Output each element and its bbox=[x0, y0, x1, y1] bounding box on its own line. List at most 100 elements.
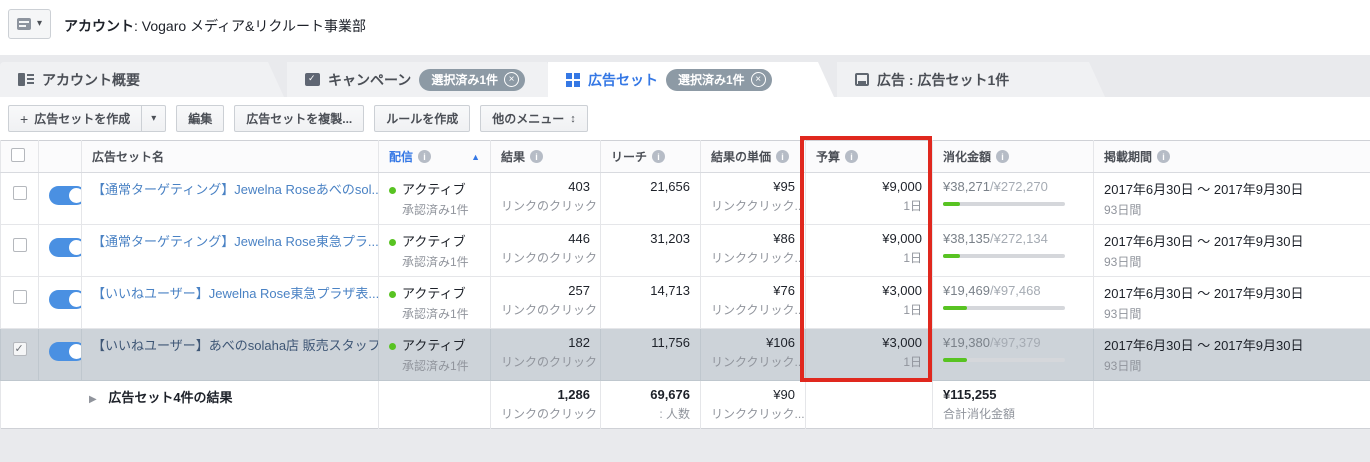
account-scope-button[interactable]: ▾ bbox=[8, 9, 52, 39]
budget-value: ¥3,000 bbox=[882, 335, 922, 350]
result-value: 182 bbox=[568, 335, 590, 350]
select-all-checkbox[interactable] bbox=[11, 148, 25, 162]
schedule-duration: 93日間 bbox=[1104, 359, 1142, 373]
col-header-results[interactable]: 結果 i bbox=[490, 140, 601, 173]
table-row-selected[interactable]: 【いいねユーザー】あべのsolaha店 販売スタッフ アクティブ 承認済み1件 … bbox=[0, 328, 1370, 381]
col-header-spent[interactable]: 消化金額 i bbox=[932, 140, 1094, 173]
tab-label: キャンペーン bbox=[328, 71, 412, 88]
row-checkbox[interactable] bbox=[12, 186, 27, 200]
result-value: 257 bbox=[568, 283, 590, 298]
deselect-close-icon[interactable]: × bbox=[751, 72, 766, 87]
spend-progress-bar bbox=[943, 306, 1065, 310]
spent-value: ¥19,469 bbox=[943, 283, 990, 298]
col-header-schedule[interactable]: 掲載期間 i bbox=[1093, 140, 1370, 173]
row-toggle[interactable] bbox=[49, 238, 81, 257]
info-icon[interactable]: i bbox=[776, 150, 790, 163]
row-toggle[interactable] bbox=[49, 342, 81, 361]
spend-progress-bar bbox=[943, 254, 1065, 258]
col-header-cost[interactable]: 結果の単価 i bbox=[700, 140, 806, 173]
selected-count-badge[interactable]: 選択済み1件 × bbox=[666, 69, 772, 91]
tab-label: 広告 : 広告セット1件 bbox=[877, 71, 1010, 88]
expand-summary-icon[interactable]: ▶ bbox=[89, 394, 97, 405]
spent-total: /¥97,379 bbox=[990, 335, 1041, 350]
budget-label: 1日 bbox=[903, 303, 922, 317]
summary-reach-label: : 人数 bbox=[659, 407, 690, 421]
row-checkbox[interactable] bbox=[12, 238, 27, 252]
adsets-table: 広告セット名 配信 i ▲ 結果 i リーチ i 結果の単価 i 予算 i 消化金額 i … bbox=[0, 140, 1370, 429]
summary-cost: ¥90 bbox=[773, 387, 795, 402]
duplicate-adset-button[interactable]: 広告セットを複製... bbox=[234, 105, 365, 132]
schedule-range: 2017年6月30日 ～ 2017年9月30日 bbox=[1104, 338, 1304, 353]
edit-label: 編集 bbox=[188, 112, 213, 126]
tab-account-overview[interactable]: アカウント概要 bbox=[0, 62, 284, 97]
badge-label: 選択済み1件 bbox=[431, 73, 498, 87]
caret-down-icon: ▾ bbox=[37, 18, 43, 29]
account-title: アカウント: Vogaro メディア&リクルート事業部 bbox=[64, 16, 366, 36]
table-row[interactable]: 【通常ターゲティング】Jewelna Rose東急プラ... アクティブ 承認済… bbox=[0, 224, 1370, 277]
summary-result-label: リンクのクリック bbox=[501, 407, 598, 421]
spent-total: /¥97,468 bbox=[990, 283, 1041, 298]
result-label: リンクのクリック bbox=[501, 355, 598, 369]
cost-label: リンククリック... bbox=[711, 355, 805, 369]
cost-value: ¥76 bbox=[773, 283, 795, 298]
row-toggle[interactable] bbox=[49, 186, 81, 205]
info-icon[interactable]: i bbox=[1157, 150, 1171, 163]
create-rule-button[interactable]: ルールを作成 bbox=[374, 105, 471, 132]
reach-value: 21,656 bbox=[650, 179, 690, 194]
delivery-substatus: 承認済み1件 bbox=[402, 359, 469, 373]
summary-reach: 69,676 bbox=[650, 387, 690, 402]
info-icon[interactable]: i bbox=[418, 150, 432, 163]
summary-label: 広告セット4件の結果 bbox=[108, 390, 233, 405]
reach-value: 31,203 bbox=[650, 231, 690, 246]
tab-campaigns[interactable]: キャンペーン 選択済み1件 × bbox=[287, 62, 563, 97]
budget-value: ¥9,000 bbox=[882, 179, 922, 194]
edit-button[interactable]: 編集 bbox=[176, 105, 225, 132]
create-adset-label: 広告セットを作成 bbox=[34, 112, 131, 126]
tab-label: アカウント概要 bbox=[42, 71, 140, 88]
schedule-range: 2017年6月30日 ～ 2017年9月30日 bbox=[1104, 234, 1304, 249]
delivery-status: アクティブ bbox=[402, 234, 466, 249]
tab-bar: アカウント概要 キャンペーン 選択済み1件 × 広告セット 選択済み1件 × 広… bbox=[0, 55, 1370, 97]
create-adset-button[interactable]: + 広告セットを作成 bbox=[8, 105, 143, 132]
spend-progress-bar bbox=[943, 358, 1065, 362]
selected-count-badge[interactable]: 選択済み1件 × bbox=[419, 69, 525, 91]
delivery-status: アクティブ bbox=[402, 338, 466, 353]
schedule-duration: 93日間 bbox=[1104, 203, 1142, 217]
delivery-substatus: 承認済み1件 bbox=[402, 203, 469, 217]
tab-ad-sets[interactable]: 広告セット 選択済み1件 × bbox=[548, 62, 834, 97]
duplicate-label: 広告セットを複製... bbox=[246, 112, 353, 126]
table-row[interactable]: 【通常ターゲティング】Jewelna Roseあべのsol... アクティブ 承… bbox=[0, 172, 1370, 225]
col-header-delivery[interactable]: 配信 i ▲ bbox=[378, 140, 491, 173]
adset-name-link[interactable]: 【いいねユーザー】あべのsolaha店 販売スタッフ bbox=[92, 338, 378, 353]
tab-label: 広告セット bbox=[588, 71, 658, 88]
row-checkbox[interactable] bbox=[12, 290, 27, 304]
summary-spent: ¥115,255 bbox=[943, 387, 997, 402]
create-adset-dropdown-button[interactable]: ▾ bbox=[142, 105, 167, 132]
schedule-range: 2017年6月30日 ～ 2017年9月30日 bbox=[1104, 286, 1304, 301]
up-down-arrows-icon: ↕ bbox=[570, 112, 576, 125]
account-card-icon bbox=[17, 18, 31, 30]
account-label: アカウント bbox=[64, 18, 134, 34]
summary-cost-label: リンククリック... bbox=[711, 407, 805, 421]
row-toggle[interactable] bbox=[49, 290, 81, 309]
adset-name-link[interactable]: 【通常ターゲティング】Jewelna Roseあべのsol... bbox=[92, 182, 378, 197]
adset-name-link[interactable]: 【いいねユーザー】Jewelna Rose東急プラザ表... bbox=[92, 286, 378, 301]
deselect-close-icon[interactable]: × bbox=[504, 72, 519, 87]
row-checkbox[interactable] bbox=[12, 342, 27, 356]
spent-total: /¥272,134 bbox=[990, 231, 1048, 246]
spend-progress-bar bbox=[943, 202, 1065, 206]
info-icon[interactable]: i bbox=[530, 150, 544, 163]
tab-ads[interactable]: 広告 : 広告セット1件 bbox=[837, 62, 1105, 97]
table-row[interactable]: 【いいねユーザー】Jewelna Rose東急プラザ表... アクティブ 承認済… bbox=[0, 276, 1370, 329]
col-header-reach[interactable]: リーチ i bbox=[600, 140, 701, 173]
col-header-budget[interactable]: 予算 i bbox=[805, 140, 933, 173]
adset-name-link[interactable]: 【通常ターゲティング】Jewelna Rose東急プラ... bbox=[92, 234, 378, 249]
spent-value: ¥19,380 bbox=[943, 335, 990, 350]
col-header-name[interactable]: 広告セット名 bbox=[81, 140, 379, 173]
info-icon[interactable]: i bbox=[845, 150, 859, 163]
result-label: リンクのクリック bbox=[501, 251, 598, 265]
more-menu-button[interactable]: 他のメニュー ↕ bbox=[480, 105, 588, 132]
cost-value: ¥106 bbox=[766, 335, 795, 350]
info-icon[interactable]: i bbox=[996, 150, 1010, 163]
info-icon[interactable]: i bbox=[652, 150, 666, 163]
